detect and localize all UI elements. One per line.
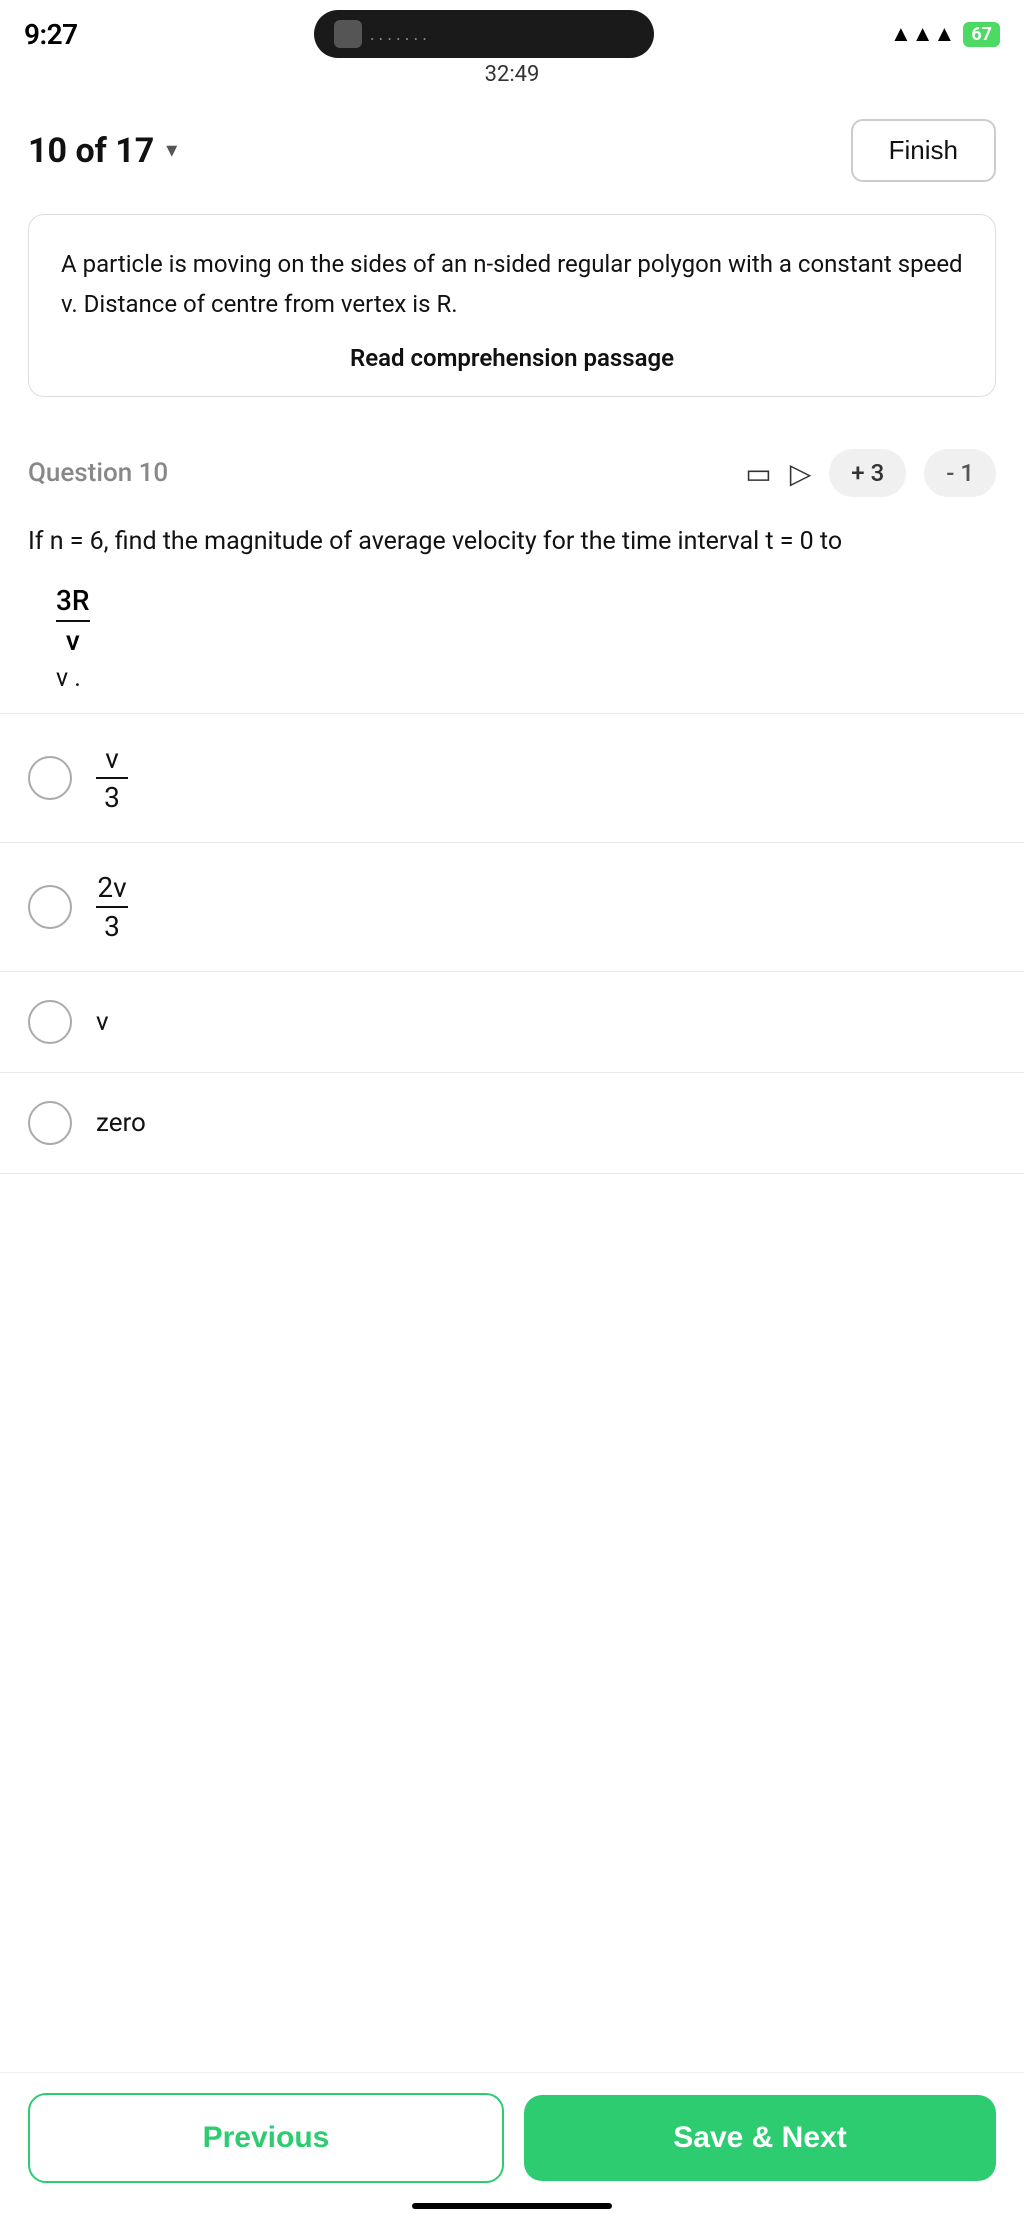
flag-icon[interactable]: ▷ [790,457,812,490]
option-b-content: 2v 3 [96,871,128,943]
option-a-content: v 3 [96,742,128,814]
question-text-area: If n = 6, find the magnitude of average … [0,513,1024,692]
option-b[interactable]: 2v 3 [0,842,1024,971]
question-fraction: 3R v [56,572,996,661]
bottom-nav: Previous Save & Next [0,2072,1024,2219]
minus-score-badge: - 1 [924,449,996,497]
question-label: Question 10 [28,458,168,488]
radio-a[interactable] [28,756,72,800]
option-c[interactable]: v [0,971,1024,1072]
fraction-denominator: v [66,622,80,658]
nav-bar: 10 of 17 ▾ Finish [0,103,1024,202]
option-a[interactable]: v 3 [0,713,1024,842]
status-bar: 9:27 ....... ▲▲▲ 67 [0,0,1024,56]
option-a-fraction: v 3 [96,742,128,814]
pill-dots: ....... [370,24,431,45]
read-passage-link[interactable]: Read comprehension passage [61,344,963,372]
save-next-button[interactable]: Save & Next [524,2095,996,2181]
status-time: 9:27 [24,18,78,51]
question-text-line1: If n = 6, find the magnitude of average … [28,521,996,562]
option-d-text: zero [96,1108,146,1138]
finish-button[interactable]: Finish [851,119,996,182]
option-c-text: v [96,1007,109,1037]
chevron-down-icon: ▾ [166,138,177,163]
fraction-suffix: v . [56,664,996,693]
radio-d[interactable] [28,1101,72,1145]
fraction-3R-over-v: 3R v [56,584,90,657]
bookmark-icon[interactable]: ▭ [745,457,771,490]
home-indicator [412,2203,612,2209]
radio-b[interactable] [28,885,72,929]
radio-c[interactable] [28,1000,72,1044]
question-actions: ▭ ▷ + 3 - 1 [745,449,996,497]
previous-button[interactable]: Previous [28,2093,504,2183]
passage-card: A particle is moving on the sides of an … [28,214,996,397]
status-pill: ....... [314,10,654,58]
status-right: ▲▲▲ 67 [890,21,1000,47]
question-counter[interactable]: 10 of 17 ▾ [28,131,177,171]
signal-icon: ▲▲▲ [890,21,955,47]
options-list: v 3 2v 3 v zero [0,713,1024,1174]
timer: 32:49 [0,56,1024,103]
option-d[interactable]: zero [0,1072,1024,1174]
counter-text: 10 of 17 [28,131,154,171]
option-d-content: zero [96,1108,146,1138]
battery-badge: 67 [963,22,1000,47]
question-header: Question 10 ▭ ▷ + 3 - 1 [0,425,1024,513]
pill-square [334,20,362,48]
passage-text: A particle is moving on the sides of an … [61,245,963,324]
option-b-fraction: 2v 3 [96,871,128,943]
fraction-numerator: 3R [56,584,90,622]
option-c-content: v [96,1007,109,1037]
plus-score-badge: + 3 [829,449,906,497]
